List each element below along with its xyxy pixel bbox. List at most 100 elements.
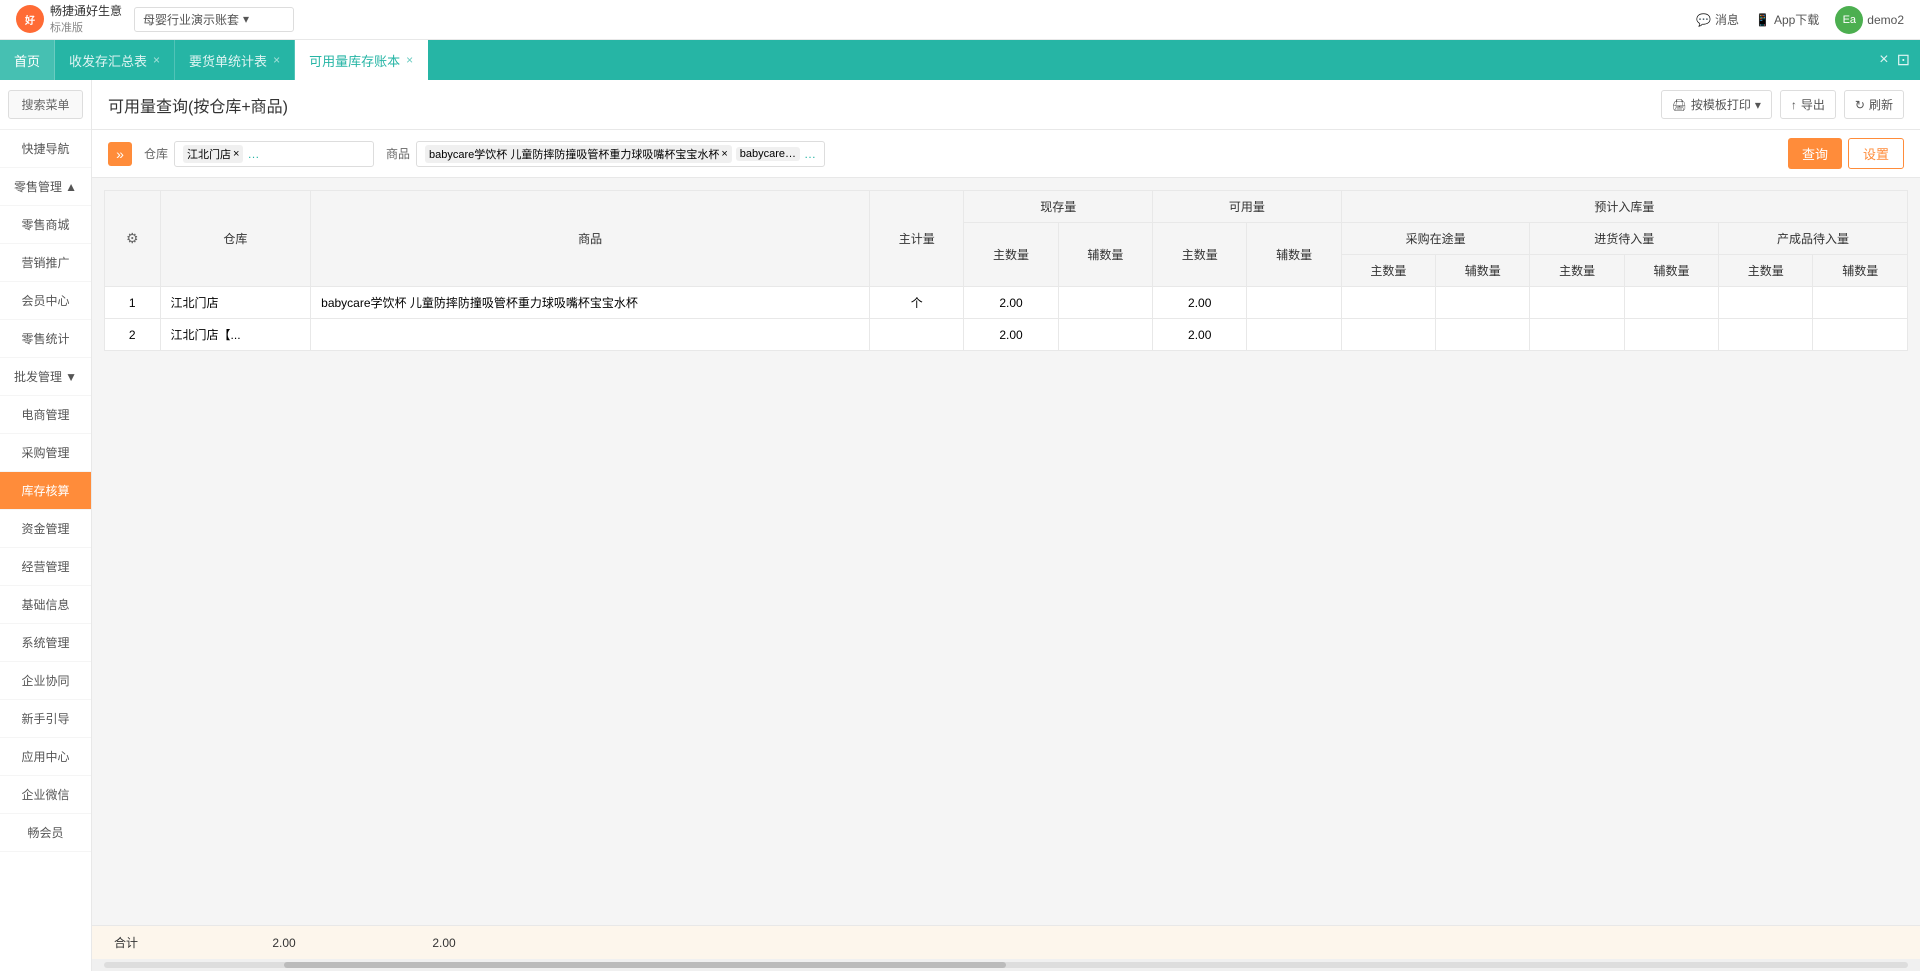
sidebar-item-retail-stats[interactable]: 零售统计 — [0, 320, 91, 358]
cell-no: 1 — [105, 287, 161, 319]
sidebar-wholesale-label: 批发管理 — [14, 368, 62, 385]
sidebar-item-inventory[interactable]: 库存核算 — [0, 472, 91, 510]
app-download-label: App下载 — [1774, 11, 1819, 28]
cell-purchase-transit-aux — [1436, 319, 1530, 351]
sidebar-item-system-mgmt[interactable]: 系统管理 — [0, 624, 91, 662]
cell-incoming-main — [1530, 287, 1624, 319]
cell-purchase-transit-main — [1341, 319, 1435, 351]
th-avail-main: 主数量 — [1153, 223, 1247, 287]
th-stock-group: 现存量 — [964, 191, 1153, 223]
sidebar-item-retail-mall[interactable]: 零售商城 — [0, 206, 91, 244]
top-bar-right: 💬 消息 📱 App下载 Ea demo2 — [1696, 6, 1904, 34]
th-product-incoming: 产成品待入量 — [1719, 223, 1908, 255]
filter-toggle-btn[interactable]: » — [108, 142, 132, 166]
th-purchase-transit: 采购在途量 — [1341, 223, 1530, 255]
tab-available-close-icon[interactable]: × — [406, 53, 413, 67]
sidebar-item-operations[interactable]: 经营管理 — [0, 548, 91, 586]
th-unit: 主计量 — [870, 191, 964, 287]
sidebar-item-ecommerce[interactable]: 电商管理 — [0, 396, 91, 434]
tab-restore-icon[interactable]: ⊡ — [1897, 50, 1910, 70]
warehouse-input[interactable]: 江北门店 × … — [174, 141, 374, 167]
tab-receive-summary[interactable]: 收发存汇总表 × — [55, 40, 175, 80]
th-stock-main: 主数量 — [964, 223, 1058, 287]
tab-order-close-icon[interactable]: × — [273, 53, 280, 67]
tab-controls: × ⊡ — [1869, 40, 1920, 80]
tenant-name: 母婴行业演示账套 — [143, 11, 239, 28]
cell-unit: 个 — [870, 287, 964, 319]
user-area[interactable]: Ea demo2 — [1835, 6, 1904, 34]
content-area: 可用量查询(按仓库+商品) 🖨 按模板打印 ▾ ↑ 导出 ↻ 刷新 » — [92, 80, 1920, 971]
th-purchase-transit-aux: 辅数量 — [1436, 255, 1530, 287]
sidebar-item-enterprise-collab[interactable]: 企业协同 — [0, 662, 91, 700]
cell-unit — [870, 319, 964, 351]
cell-product-incoming-aux — [1813, 287, 1908, 319]
search-menu-btn[interactable]: 搜索菜单 — [8, 90, 83, 119]
sidebar-item-purchase[interactable]: 采购管理 — [0, 434, 91, 472]
table-footer: 合计 2.00 2.00 — [92, 925, 1920, 959]
tenant-select[interactable]: 母婴行业演示账套 ▾ — [134, 7, 294, 32]
th-incoming-main: 主数量 — [1530, 255, 1624, 287]
sidebar-item-finance[interactable]: 资金管理 — [0, 510, 91, 548]
settings-btn[interactable]: 设置 — [1848, 138, 1904, 169]
tab-receive-close-icon[interactable]: × — [153, 53, 160, 67]
warehouse-more-btn[interactable]: … — [247, 147, 259, 161]
th-stock-aux: 辅数量 — [1058, 223, 1152, 287]
app-download-btn[interactable]: 📱 App下载 — [1755, 11, 1819, 28]
tab-home[interactable]: 首页 — [0, 40, 55, 80]
tab-spacer — [428, 40, 1869, 80]
tab-order-stats[interactable]: 要货单统计表 × — [175, 40, 295, 80]
print-btn[interactable]: 🖨 按模板打印 ▾ — [1661, 90, 1772, 119]
message-label: 消息 — [1715, 11, 1739, 28]
sidebar-item-vip[interactable]: 畅会员 — [0, 814, 91, 852]
product-tag-1-close-icon[interactable]: × — [721, 148, 727, 160]
product-tag-2: babycare… — [736, 147, 800, 161]
sidebar-item-app-center[interactable]: 应用中心 — [0, 738, 91, 776]
refresh-icon: ↻ — [1855, 98, 1865, 112]
th-forecast-group: 预计入库量 — [1341, 191, 1907, 223]
table-row: 1 江北门店 babycare学饮杯 儿童防摔防撞吸管杯重力球吸嘴杯宝宝水杯 个… — [105, 287, 1908, 319]
settings-icon[interactable]: ⚙ — [126, 230, 139, 246]
sidebar-item-member-center[interactable]: 会员中心 — [0, 282, 91, 320]
product-input[interactable]: babycare学饮杯 儿童防摔防撞吸管杯重力球吸嘴杯宝宝水杯 × babyca… — [416, 141, 825, 167]
sidebar-item-onboarding[interactable]: 新手引导 — [0, 700, 91, 738]
tab-available-stock[interactable]: 可用量库存账本 × — [295, 40, 428, 80]
tab-bar: 首页 收发存汇总表 × 要货单统计表 × 可用量库存账本 × × ⊡ — [0, 40, 1920, 80]
scroll-thumb[interactable] — [284, 962, 1006, 968]
sidebar-item-wholesale-mgmt[interactable]: 批发管理 ▼ — [0, 358, 91, 396]
chevron-down-icon: ▾ — [243, 12, 249, 26]
cell-stock-aux — [1058, 287, 1152, 319]
warehouse-label: 仓库 — [144, 145, 168, 162]
sidebar-item-basic-info[interactable]: 基础信息 — [0, 586, 91, 624]
sidebar-item-retail-mgmt[interactable]: 零售管理 ▲ — [0, 168, 91, 206]
sidebar-item-marketing[interactable]: 营销推广 — [0, 244, 91, 282]
cell-warehouse: 江北门店【... — [160, 319, 311, 351]
cell-product: babycare学饮杯 儿童防摔防撞吸管杯重力球吸嘴杯宝宝水杯 — [311, 287, 870, 319]
footer-avail-main: 2.00 — [404, 936, 484, 950]
cell-avail-aux — [1247, 287, 1341, 319]
print-icon: 🖨 — [1672, 98, 1687, 112]
sidebar-item-quick-nav[interactable]: 快捷导航 — [0, 130, 91, 168]
cell-stock-aux — [1058, 319, 1152, 351]
sidebar-item-enterprise-wechat[interactable]: 企业微信 — [0, 776, 91, 814]
th-settings[interactable]: ⚙ — [105, 191, 161, 287]
message-btn[interactable]: 💬 消息 — [1696, 11, 1739, 28]
scroll-track[interactable] — [104, 962, 1908, 968]
tab-close-all-icon[interactable]: × — [1879, 51, 1888, 69]
cell-no: 2 — [105, 319, 161, 351]
th-product: 商品 — [311, 191, 870, 287]
sidebar: 搜索菜单 快捷导航 零售管理 ▲ 零售商城 营销推广 会员中心 零售统计 批发管… — [0, 80, 92, 971]
refresh-btn[interactable]: ↻ 刷新 — [1844, 90, 1904, 119]
cell-product — [311, 319, 870, 351]
product-more-btn[interactable]: … — [804, 147, 816, 161]
th-product-incoming-main: 主数量 — [1719, 255, 1813, 287]
export-btn[interactable]: ↑ 导出 — [1780, 90, 1836, 119]
warehouse-tag-close-icon[interactable]: × — [233, 148, 239, 160]
tab-receive-label: 收发存汇总表 — [69, 51, 147, 70]
query-btn[interactable]: 查询 — [1788, 138, 1842, 169]
th-warehouse: 仓库 — [160, 191, 311, 287]
tab-order-label: 要货单统计表 — [189, 51, 267, 70]
cell-stock-main: 2.00 — [964, 319, 1058, 351]
cell-avail-main: 2.00 — [1153, 319, 1247, 351]
cell-avail-main: 2.00 — [1153, 287, 1247, 319]
product-filter-group: 商品 babycare学饮杯 儿童防摔防撞吸管杯重力球吸嘴杯宝宝水杯 × bab… — [386, 141, 825, 167]
